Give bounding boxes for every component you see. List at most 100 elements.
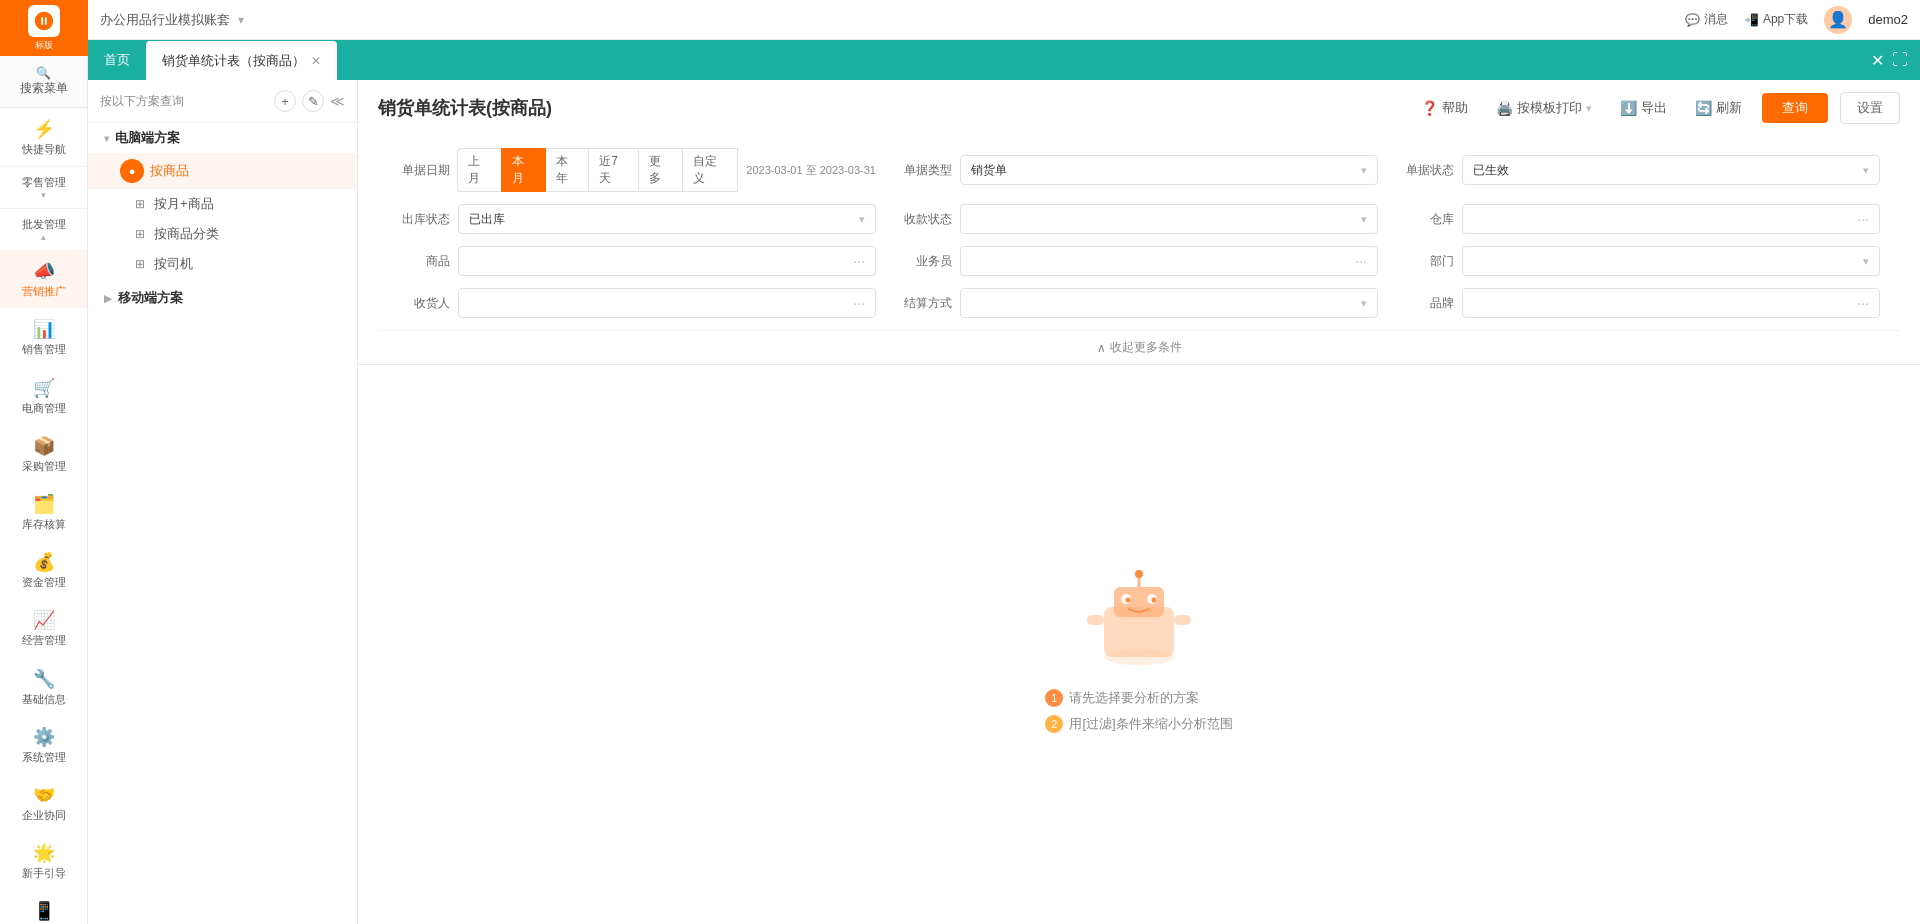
filter-doc-status: 单据状态 已生效 ▾ [1402, 155, 1880, 185]
message-btn[interactable]: 💬 消息 [1685, 11, 1728, 28]
doc-status-control[interactable]: 已生效 ▾ [1462, 155, 1880, 185]
warehouse-control[interactable]: ··· [1462, 204, 1880, 234]
payment-status-control[interactable]: ▾ [960, 204, 1378, 234]
sidebar-search-item[interactable]: 🔍 搜索菜单 [0, 56, 87, 108]
filter-warehouse: 仓库 ··· [1402, 204, 1880, 234]
user-avatar[interactable]: 👤 [1824, 6, 1852, 34]
fullscreen-icon[interactable]: ⛶ [1892, 51, 1908, 70]
app-download-btn[interactable]: 📲 App下载 [1744, 11, 1808, 28]
date-tab-more[interactable]: 更多 [638, 148, 683, 192]
help-btn[interactable]: ❓ 帮助 [1413, 95, 1476, 121]
help-label: 帮助 [1442, 99, 1468, 117]
brand-control[interactable]: ··· [1462, 288, 1880, 318]
tree-item-by-month-product[interactable]: ⊞ 按月+商品 [88, 189, 357, 219]
sidebar-marketing[interactable]: 📣 营销推广 [0, 250, 87, 308]
date-tab-this-month[interactable]: 本月 [501, 148, 546, 192]
department-control[interactable]: ▾ [1462, 246, 1880, 276]
salesperson-dots[interactable]: ··· [1355, 253, 1367, 269]
finance-icon: 💰 [33, 551, 55, 573]
sidebar: 标版 🔍 搜索菜单 ⚡ 快捷导航 零售管理 ▾ 批发管理 ▴ 📣 营销推广 📊 … [0, 0, 88, 924]
topbar-left: 办公用品行业模拟账套 ▾ [100, 11, 244, 29]
tab-report[interactable]: 销货单统计表（按商品） ✕ [146, 41, 337, 81]
sidebar-inventory[interactable]: 🗂️ 库存核算 [0, 483, 87, 541]
export-btn[interactable]: ⬇️ 导出 [1612, 95, 1675, 121]
message-icon: 💬 [1685, 13, 1700, 27]
system-label: 系统管理 [22, 751, 66, 764]
settlement-control[interactable]: ▾ [960, 288, 1378, 318]
tab-home[interactable]: 首页 [88, 40, 146, 80]
query-btn[interactable]: 查询 [1762, 93, 1828, 123]
receiver-dots[interactable]: ··· [853, 295, 865, 311]
collapse-panel-btn[interactable]: ≪ [330, 93, 345, 109]
quick-nav-label: 快捷导航 [22, 143, 66, 156]
add-scheme-btn[interactable]: + [274, 90, 296, 112]
brand-dots[interactable]: ··· [1857, 295, 1869, 311]
sidebar-sales[interactable]: 📊 销售管理 [0, 308, 87, 366]
edit-scheme-btn[interactable]: ✎ [302, 90, 324, 112]
tip-num-1: 1 [1045, 689, 1063, 707]
product-control[interactable]: ··· [458, 246, 876, 276]
tree-item-by-product-label: 按商品 [150, 162, 189, 180]
settings-btn[interactable]: 设置 [1840, 92, 1900, 124]
tip-text-1: 请先选择要分析的方案 [1069, 689, 1199, 707]
date-tabs: 上月 本月 本年 近7天 更多 自定义 2023-03-01 至 2023-03… [458, 148, 876, 192]
message-label: 消息 [1704, 11, 1728, 28]
date-tab-custom[interactable]: 自定义 [682, 148, 738, 192]
close-all-icon[interactable]: ✕ [1871, 51, 1884, 70]
warehouse-dots[interactable]: ··· [1857, 211, 1869, 227]
corp-coop-label: 企业协同 [22, 809, 66, 822]
tree-item-month-product-label: 按月+商品 [154, 195, 214, 213]
print-label: 按模板打印 [1517, 99, 1582, 117]
sidebar-wholesale-section[interactable]: 批发管理 ▴ [0, 208, 87, 250]
sidebar-ecommerce[interactable]: 🛒 电商管理 [0, 367, 87, 425]
tree-item-by-product[interactable]: ● 按商品 [88, 153, 357, 189]
finance-label: 资金管理 [22, 576, 66, 589]
wholesale-label: 批发管理 [22, 217, 66, 232]
doc-type-control[interactable]: 销货单 ▾ [960, 155, 1378, 185]
tree-mobile-section[interactable]: ▶ 移动端方案 [88, 283, 357, 313]
sidebar-operation[interactable]: 📈 经营管理 [0, 599, 87, 657]
export-icon: ⬇️ [1620, 100, 1637, 116]
filter-row-4: 收货人 ··· 结算方式 ▾ [398, 288, 1880, 318]
industry-dropdown-icon[interactable]: ▾ [238, 13, 244, 27]
settlement-arrow: ▾ [1361, 297, 1367, 310]
collapse-label: 收起更多条件 [1110, 339, 1182, 356]
sidebar-basic[interactable]: 🔧 基础信息 [0, 658, 87, 716]
product-dots[interactable]: ··· [853, 253, 865, 269]
sidebar-finance[interactable]: 💰 资金管理 [0, 541, 87, 599]
refresh-btn[interactable]: 🔄 刷新 [1687, 95, 1750, 121]
sidebar-system[interactable]: ⚙️ 系统管理 [0, 716, 87, 774]
print-icon: 🖨️ [1496, 100, 1513, 116]
sidebar-purchase[interactable]: 📦 采购管理 [0, 425, 87, 483]
refresh-label: 刷新 [1716, 99, 1742, 117]
sidebar-corp-coop[interactable]: 🤝 企业协同 [0, 774, 87, 832]
filter-department: 部门 ▾ [1402, 246, 1880, 276]
collapse-filter-btn[interactable]: ∧ 收起更多条件 [378, 330, 1900, 364]
warehouse-status-label: 出库状态 [398, 211, 450, 228]
sidebar-nav: 🔍 搜索菜单 ⚡ 快捷导航 零售管理 ▾ 批发管理 ▴ 📣 营销推广 📊 销售管… [0, 56, 87, 924]
sidebar-retail-section[interactable]: 零售管理 ▾ [0, 166, 87, 208]
print-template-btn[interactable]: 🖨️ 按模板打印 ▾ [1488, 95, 1600, 121]
date-tab-this-year[interactable]: 本年 [545, 148, 590, 192]
filter-product: 商品 ··· [398, 246, 876, 276]
date-tab-last-month[interactable]: 上月 [457, 148, 502, 192]
sidebar-quick-nav[interactable]: ⚡ 快捷导航 [0, 108, 87, 166]
tab-close-icon[interactable]: ✕ [311, 54, 321, 68]
payment-status-label: 收款状态 [900, 211, 952, 228]
salesperson-control[interactable]: ··· [960, 246, 1378, 276]
receiver-control[interactable]: ··· [458, 288, 876, 318]
tree-item-by-category[interactable]: ⊞ 按商品分类 [88, 219, 357, 249]
tree-mobile-label: 移动端方案 [118, 289, 183, 307]
sidebar-new-guide[interactable]: 🌟 新手引导 [0, 832, 87, 890]
sidebar-app-center[interactable]: 📱 应用中心 [0, 890, 87, 924]
main-content: 办公用品行业模拟账套 ▾ 💬 消息 📲 App下载 👤 demo2 首页 销货单… [88, 0, 1920, 924]
warehouse-status-control[interactable]: 已出库 ▾ [458, 204, 876, 234]
app-download-icon: 📲 [1744, 13, 1759, 27]
warehouse-status-value: 已出库 [469, 211, 505, 228]
collapse-arrow-icon: ∧ [1097, 341, 1106, 355]
tree-desktop-section[interactable]: ▾ 电脑端方案 [88, 123, 357, 153]
sales-label: 销售管理 [22, 343, 66, 356]
left-panel: 按以下方案查询 + ✎ ≪ ▾ 电脑端方案 ● 按商品 [88, 80, 358, 924]
tree-item-by-cashier[interactable]: ⊞ 按司机 [88, 249, 357, 279]
date-tab-7days[interactable]: 近7天 [588, 148, 639, 192]
